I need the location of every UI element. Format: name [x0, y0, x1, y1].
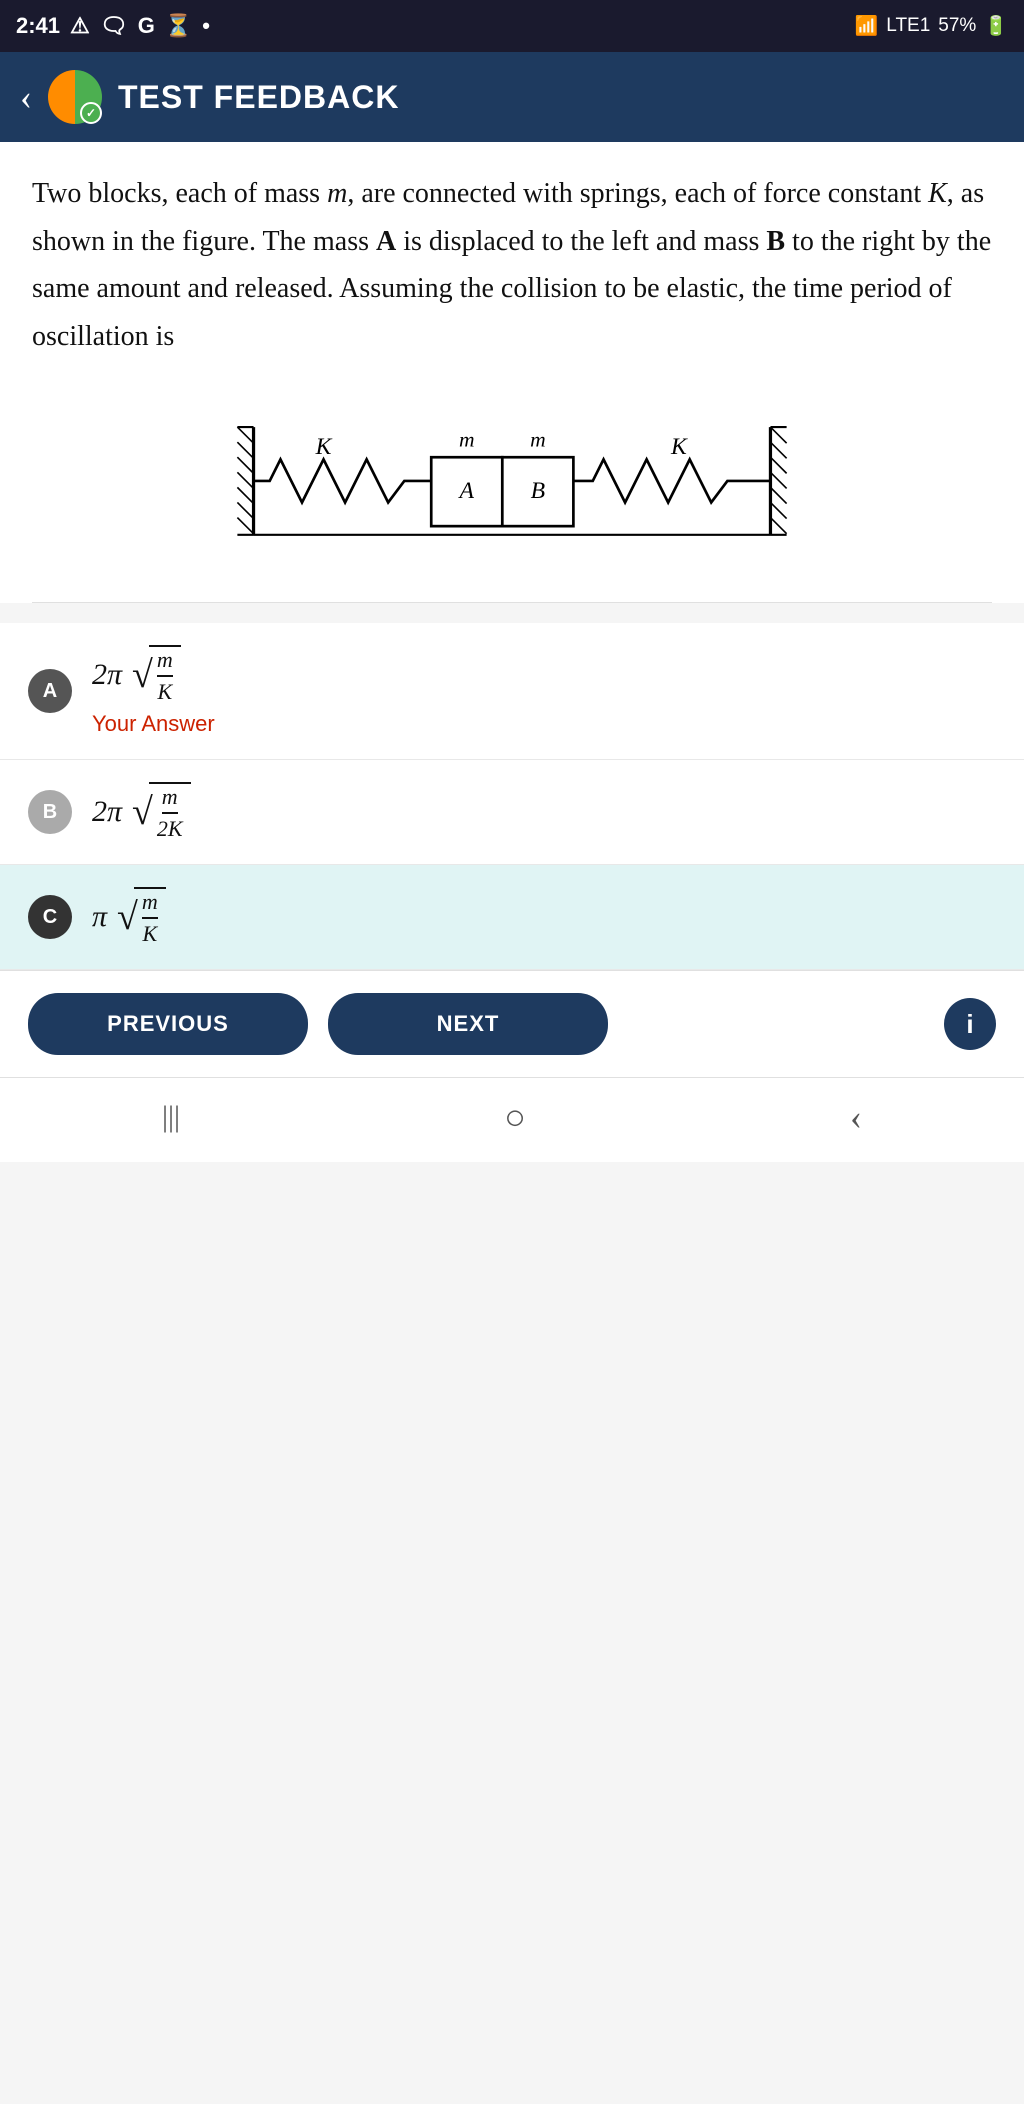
q-text-1: Two blocks, each of mass	[32, 178, 327, 209]
option-a-formula: 2π √ m K	[92, 645, 996, 705]
q-text-4: is displaced to the left and mass	[396, 226, 766, 257]
dot-icon: •	[202, 13, 210, 39]
status-bar: 2:41 ⚠ 🗨 G ⏳ • 📶 LTE1 57% 🔋	[0, 0, 1024, 52]
option-b-row[interactable]: B 2π √ m 2K	[0, 760, 1024, 865]
option-a-sqrt: √ m K	[132, 645, 181, 705]
option-b-content: 2π √ m 2K	[92, 782, 996, 842]
option-a-label: A	[43, 680, 57, 703]
svg-text:B: B	[531, 479, 545, 505]
info-button[interactable]: i	[944, 998, 996, 1050]
options-container: A 2π √ m K Your Answer B	[0, 623, 1024, 970]
option-b-label: B	[43, 801, 57, 824]
app-logo: ✓	[48, 70, 102, 124]
bottom-buttons: PREVIOUS NEXT i	[0, 970, 1024, 1077]
option-a-fraction: m K	[157, 647, 173, 705]
main-content: Two blocks, each of mass m, are connecte…	[0, 142, 1024, 603]
q-text-2: , are connected with springs, each of fo…	[347, 178, 928, 209]
next-button[interactable]: NEXT	[328, 993, 608, 1055]
header: ‹ ✓ TEST FEEDBACK	[0, 52, 1024, 142]
option-a-circle: A	[28, 669, 72, 713]
status-time: 2:41	[16, 13, 60, 39]
svg-text:A: A	[458, 479, 475, 505]
option-c-row[interactable]: C π √ m K	[0, 865, 1024, 970]
svg-text:m: m	[459, 428, 475, 452]
home-icon[interactable]: ○	[504, 1096, 526, 1138]
option-c-sqrt: √ m K	[117, 887, 166, 947]
option-a-row[interactable]: A 2π √ m K Your Answer	[0, 623, 1024, 760]
battery-icon: 🔋	[984, 14, 1008, 38]
option-c-coeff: π	[92, 900, 107, 934]
physics-diagram: K A m B m K	[232, 384, 792, 578]
svg-text:m: m	[530, 428, 546, 452]
option-a-content: 2π √ m K Your Answer	[92, 645, 996, 737]
option-b-formula: 2π √ m 2K	[92, 782, 996, 842]
option-a-coeff: 2π	[92, 658, 122, 692]
option-c-fraction: m K	[142, 889, 158, 947]
q-A: A	[376, 226, 396, 257]
back-nav-icon[interactable]: ‹	[850, 1096, 862, 1138]
signal-icon: 📶	[855, 14, 879, 38]
option-a-your-answer: Your Answer	[92, 711, 996, 737]
option-c-formula: π √ m K	[92, 887, 996, 947]
option-b-fraction: m 2K	[157, 784, 183, 842]
lte-label: LTE1	[886, 15, 930, 37]
option-b-coeff: 2π	[92, 795, 122, 829]
android-nav-bar: ||| ○ ‹	[0, 1077, 1024, 1162]
option-b-circle: B	[28, 790, 72, 834]
option-b-sqrt: √ m 2K	[132, 782, 191, 842]
question-text: Two blocks, each of mass m, are connecte…	[32, 170, 992, 360]
svg-text:K: K	[670, 434, 688, 460]
page-title: TEST FEEDBACK	[118, 79, 399, 116]
timer-icon: ⏳	[165, 13, 192, 39]
status-left: 2:41 ⚠ 🗨 G ⏳ •	[16, 13, 210, 39]
svg-text:K: K	[315, 434, 333, 460]
option-c-circle: C	[28, 895, 72, 939]
option-c-content: π √ m K	[92, 887, 996, 947]
diagram-container: K A m B m K	[32, 384, 992, 603]
q-B: B	[766, 226, 785, 257]
message-icon: 🗨	[100, 13, 128, 39]
status-right: 📶 LTE1 57% 🔋	[855, 14, 1008, 38]
q-m1: m	[327, 178, 347, 209]
google-icon: G	[138, 13, 155, 39]
info-icon: i	[966, 1009, 973, 1040]
q-K: K	[928, 178, 947, 209]
back-button[interactable]: ‹	[20, 79, 32, 115]
menu-icon[interactable]: |||	[162, 1100, 180, 1134]
alert-icon: ⚠	[70, 13, 90, 39]
logo-check: ✓	[80, 102, 102, 124]
previous-button[interactable]: PREVIOUS	[28, 993, 308, 1055]
battery-label: 57%	[938, 15, 976, 37]
option-c-label: C	[43, 906, 57, 929]
